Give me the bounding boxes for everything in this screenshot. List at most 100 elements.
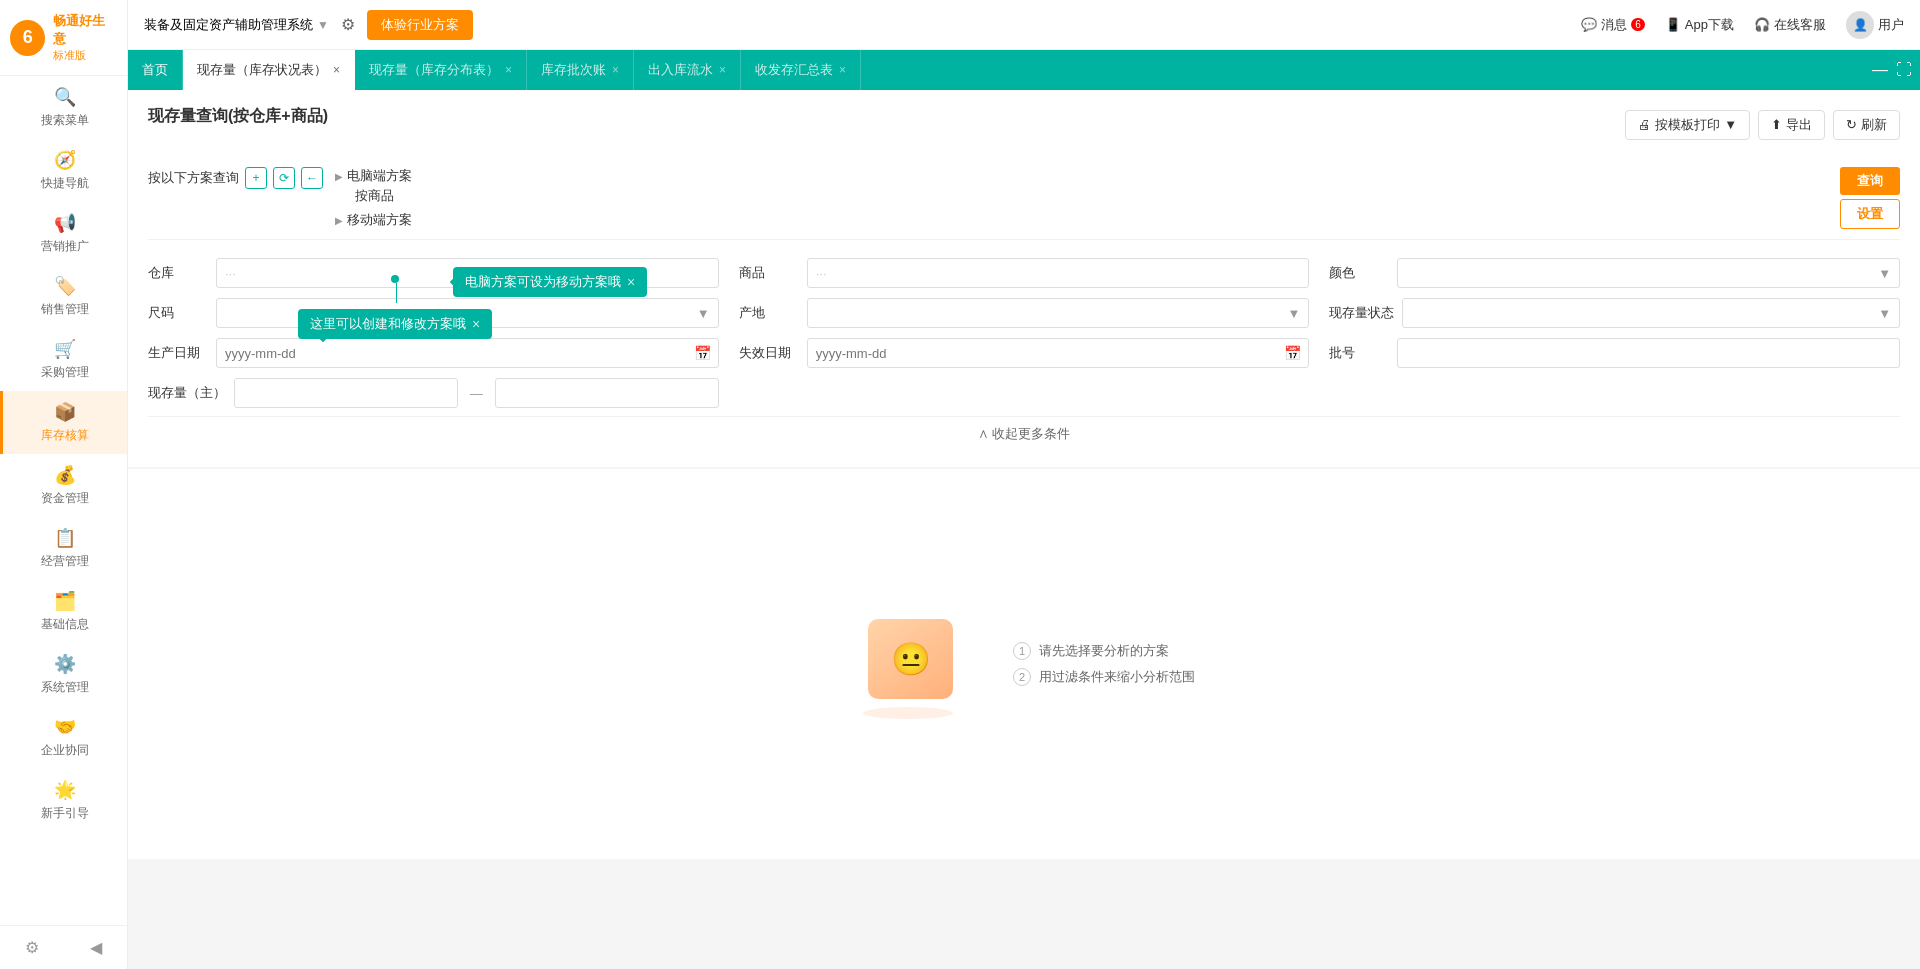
refresh-icon: ↻ (1846, 117, 1857, 132)
mfg-date-wrap: 📅 (216, 338, 719, 368)
stock-status-label: 现存量状态 (1329, 304, 1394, 322)
stock-main-filter-row: 现存量（主） — (148, 378, 719, 408)
sidebar-item-marketing[interactable]: 📢 营销推广 (0, 202, 127, 265)
sidebar-item-finance-label: 资金管理 (41, 490, 89, 507)
sidebar-item-guide[interactable]: 🧭 快捷导航 (0, 139, 127, 202)
sidebar-item-operations-label: 经营管理 (41, 553, 89, 570)
industry-solution-button[interactable]: 体验行业方案 (367, 10, 473, 40)
tooltip2-close-button[interactable]: × (472, 316, 480, 332)
mobile-scheme-group[interactable]: ▶ 移动端方案 (335, 211, 495, 229)
color-arrow-icon: ▼ (1878, 266, 1891, 281)
logo-area: 6 畅通好生意 标准版 (0, 0, 127, 76)
tab-inventory-dist-close-icon[interactable]: × (505, 63, 512, 77)
mfg-date-calendar-icon: 📅 (694, 345, 711, 361)
collapse-filter-button[interactable]: ∧ 收起更多条件 (148, 416, 1900, 451)
stock-main-dash: — (466, 386, 487, 401)
page-title: 现存量查询(按仓库+商品) (148, 106, 328, 127)
inventory-nav-icon: 📦 (54, 401, 76, 423)
filter-back-button[interactable]: ← (301, 167, 323, 189)
color-select[interactable]: ▼ (1397, 258, 1900, 288)
system-name-select[interactable]: 装备及固定资产辅助管理系统 ▼ (144, 16, 329, 34)
print-icon: 🖨 (1638, 117, 1651, 132)
sidebar-item-enterprise[interactable]: 🤝 企业协同 (0, 706, 127, 769)
service-icon: 🎧 (1754, 17, 1770, 32)
tab-collect-summary[interactable]: 收发存汇总表 × (741, 50, 861, 90)
tab-inventory-status-close-icon[interactable]: × (333, 63, 340, 77)
app-download-action[interactable]: 📱 App下载 (1665, 16, 1734, 34)
sidebar-item-system-label: 系统管理 (41, 679, 89, 696)
filter-add-button[interactable]: + (245, 167, 267, 189)
tab-inventory-status[interactable]: 现存量（库存状况表） × (183, 50, 355, 90)
tab-collect-summary-close-icon[interactable]: × (839, 63, 846, 77)
user-action[interactable]: 👤 用户 (1846, 11, 1904, 39)
marketing-nav-icon: 📢 (54, 212, 76, 234)
export-button[interactable]: ⬆ 导出 (1758, 110, 1825, 140)
mobile-scheme-arrow-icon: ▶ (335, 215, 343, 226)
header-gear-button[interactable]: ⚙ (341, 15, 355, 34)
finance-nav-icon: 💰 (54, 464, 76, 486)
filter-wrapper: 按以下方案查询 + ⟳ ← ▶ 电脑端方案 按商品 ▶ (148, 157, 1900, 451)
filter-query-label: 按以下方案查询 (148, 169, 239, 187)
stock-status-select[interactable]: ▼ (1402, 298, 1900, 328)
pc-scheme-label: 电脑端方案 (347, 167, 412, 185)
logo-icon: 6 (10, 20, 45, 56)
tabs-maximize-icon[interactable]: ⛶ (1896, 61, 1912, 79)
tabs-minimize-icon[interactable]: — (1872, 61, 1888, 79)
settings-button[interactable]: 设置 (1840, 199, 1900, 229)
user-avatar: 👤 (1846, 11, 1874, 39)
print-label: 按模板打印 (1655, 116, 1720, 134)
pc-scheme-group[interactable]: ▶ 电脑端方案 (335, 167, 495, 185)
tooltip1-close-button[interactable]: × (627, 274, 635, 290)
app-icon: 📱 (1665, 17, 1681, 32)
message-action[interactable]: 💬 消息 6 (1581, 16, 1645, 34)
stock-main-from-input[interactable] (234, 378, 458, 408)
settings-bottom-icon[interactable]: ⚙ (25, 938, 39, 957)
sidebar-item-search[interactable]: 🔍 搜索菜单 (0, 76, 127, 139)
sidebar-item-inventory[interactable]: 📦 库存核算 (0, 391, 127, 454)
collapse-sidebar-icon[interactable]: ◀ (90, 938, 102, 957)
sidebar-item-basics[interactable]: 🗂️ 基础信息 (0, 580, 127, 643)
search-button[interactable]: 查询 (1840, 167, 1900, 195)
origin-select[interactable]: ▼ (807, 298, 1310, 328)
warehouse-label: 仓库 (148, 264, 208, 282)
app-label: App下载 (1685, 16, 1734, 34)
sidebar-item-system[interactable]: ⚙️ 系统管理 (0, 643, 127, 706)
tab-inventory-dist[interactable]: 现存量（库存分布表） × (355, 50, 527, 90)
sales-nav-icon: 🏷️ (54, 275, 76, 297)
filter-edit-button[interactable]: ⟳ (273, 167, 295, 189)
print-template-button[interactable]: 🖨 按模板打印 ▼ (1625, 110, 1750, 140)
exp-date-filter-row: 失效日期 📅 (739, 338, 1310, 368)
sidebar-item-newbie[interactable]: 🌟 新手引导 (0, 769, 127, 832)
user-label: 用户 (1878, 16, 1904, 34)
tab-home[interactable]: 首页 (128, 50, 183, 90)
tab-inout-flow[interactable]: 出入库流水 × (634, 50, 741, 90)
tab-batch-account-close-icon[interactable]: × (612, 63, 619, 77)
newbie-nav-icon: 🌟 (54, 779, 76, 801)
logo-badge: 标准版 (53, 48, 117, 63)
tabs-bar: 首页 现存量（库存状况表） × 现存量（库存分布表） × 库存批次账 × 出入库… (128, 50, 1920, 90)
exp-date-label: 失效日期 (739, 344, 799, 362)
sidebar-item-purchase[interactable]: 🛒 采购管理 (0, 328, 127, 391)
product-select[interactable]: ··· (807, 258, 1310, 288)
online-service-action[interactable]: 🎧 在线客服 (1754, 16, 1826, 34)
main-content: 现存量查询(按仓库+商品) 🖨 按模板打印 ▼ ⬆ 导出 ↻ 刷新 (128, 90, 1920, 969)
tab-inout-flow-close-icon[interactable]: × (719, 63, 726, 77)
mfg-date-input[interactable] (216, 338, 719, 368)
stock-main-to-input[interactable] (495, 378, 719, 408)
batch-input[interactable] (1397, 338, 1900, 368)
pc-scheme-item-products[interactable]: 按商品 (335, 187, 495, 205)
sidebar: 6 畅通好生意 标准版 🔍 搜索菜单 🧭 快捷导航 📢 营销推广 🏷️ 销售管理… (0, 0, 128, 969)
tab-batch-account[interactable]: 库存批次账 × (527, 50, 634, 90)
sidebar-item-finance[interactable]: 💰 资金管理 (0, 454, 127, 517)
header: 装备及固定资产辅助管理系统 ▼ ⚙ 体验行业方案 💬 消息 6 📱 App下载 … (128, 0, 1920, 50)
sidebar-item-sales[interactable]: 🏷️ 销售管理 (0, 265, 127, 328)
refresh-button[interactable]: ↻ 刷新 (1833, 110, 1900, 140)
enterprise-nav-icon: 🤝 (54, 716, 76, 738)
empty-state-content: 😐 1 请先选择要分析的方案 2 用过滤条件来缩小分析范围 (853, 609, 1195, 719)
tab-home-label: 首页 (142, 61, 168, 79)
system-name-text: 装备及固定资产辅助管理系统 (144, 16, 313, 34)
sidebar-item-operations[interactable]: 📋 经营管理 (0, 517, 127, 580)
tab-end-buttons: — ⛶ (1864, 50, 1920, 90)
exp-date-input[interactable] (807, 338, 1310, 368)
sidebar-item-inventory-label: 库存核算 (41, 427, 89, 444)
